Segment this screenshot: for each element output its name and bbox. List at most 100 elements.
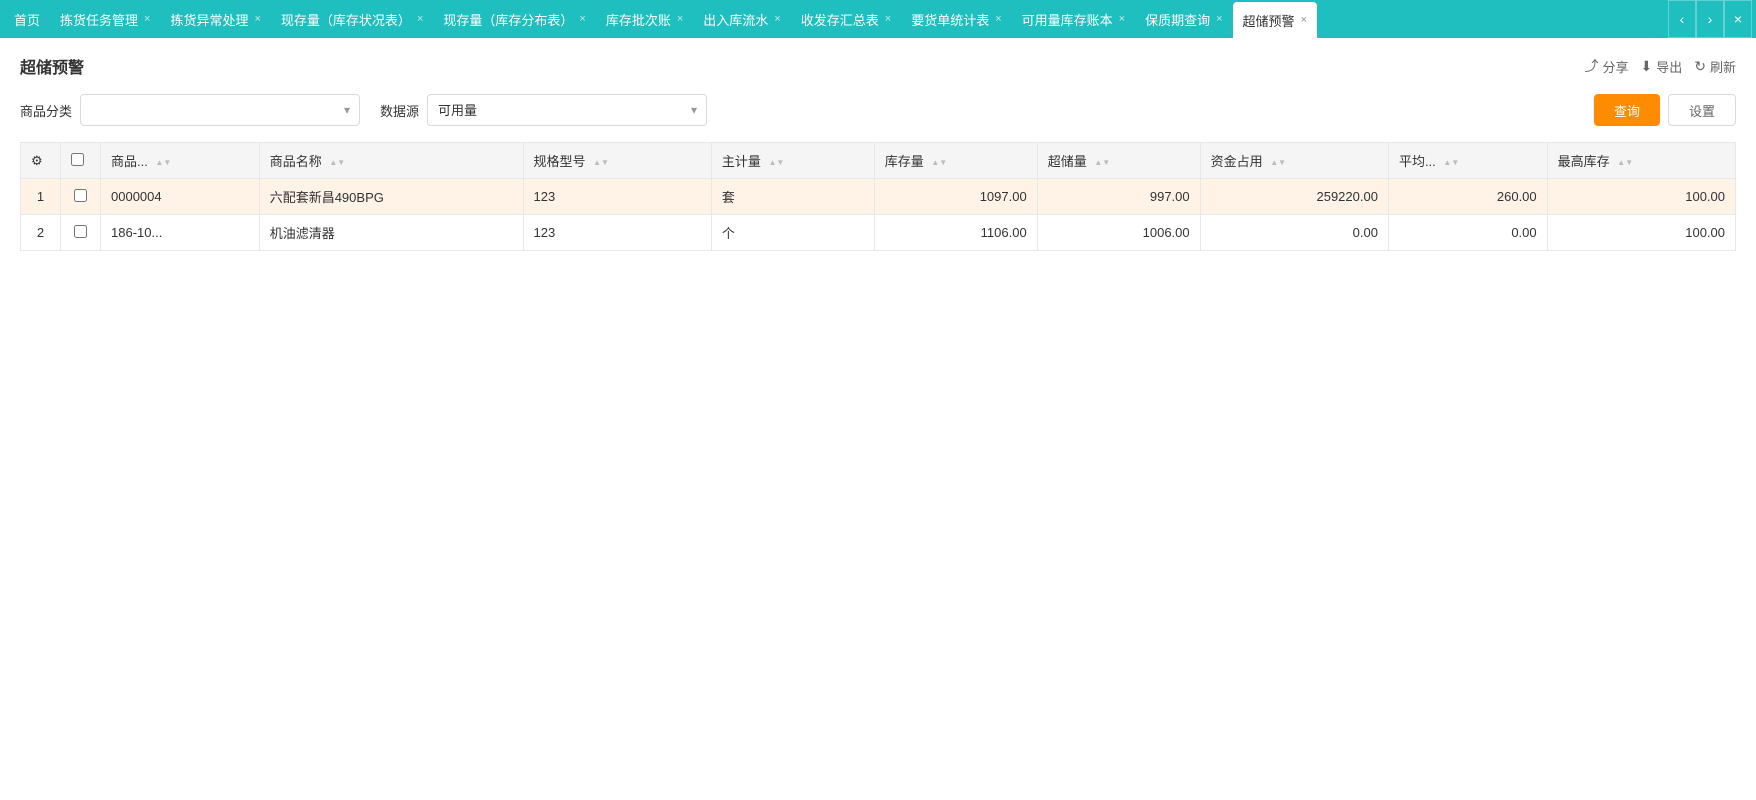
close-icon[interactable]: × [995,13,1001,25]
datasource-select[interactable]: 可用量 库存量 [427,94,707,126]
cell-capital: 259220.00 [1200,179,1388,215]
filter-datasource-group: 数据源 可用量 库存量 [380,94,707,126]
th-spec[interactable]: 规格型号 ▲▼ [523,143,711,179]
cell-avg: 0.00 [1388,215,1547,251]
refresh-icon: ↻ [1694,58,1706,75]
table-row[interactable]: 2 186-10... 机油滤清器 123 个 1106.00 1006.00 … [21,215,1736,251]
cell-unit: 套 [711,179,874,215]
cell-max-stock: 100.00 [1547,215,1735,251]
nav-collect-summary[interactable]: 收发存汇总表 × [791,0,901,38]
close-icon[interactable]: × [417,13,423,25]
nav-available-stock[interactable]: 可用量库存账本 × [1012,0,1135,38]
right-buttons: 查询 设置 [1594,94,1736,126]
cell-unit: 个 [711,215,874,251]
row-checkbox[interactable] [74,189,87,202]
close-icon[interactable]: × [254,13,260,25]
close-icon[interactable]: × [885,13,891,25]
header-actions: ⤴ 分享 ⬇ 导出 ↻ 刷新 [1584,56,1736,76]
share-icon: ⤴ [1584,56,1598,76]
table-row[interactable]: 1 0000004 六配套新昌490BPG 123 套 1097.00 997.… [21,179,1736,215]
table-header-row: ⚙ 商品... ▲▼ 商品名称 ▲▼ 规格型号 ▲▼ 主计 [21,143,1736,179]
sort-icon: ▲▼ [1617,159,1633,167]
top-navigation: 首页 拣货任务管理 × 拣货异常处理 × 现存量（库存状况表） × 现存量（库存… [0,0,1756,38]
th-avg[interactable]: 平均... ▲▼ [1388,143,1547,179]
settings-button[interactable]: 设置 [1668,94,1736,126]
th-max-stock[interactable]: 最高库存 ▲▼ [1547,143,1735,179]
cell-product-code: 186-10... [101,215,260,251]
nav-prev-arrow[interactable]: ‹ [1668,0,1696,38]
nav-demand-stats[interactable]: 要货单统计表 × [901,0,1011,38]
nav-stock-status[interactable]: 现存量（库存状况表） × [271,0,433,38]
sort-icon: ▲▼ [768,159,784,167]
cell-overstock: 1006.00 [1037,215,1200,251]
export-icon: ⬇ [1641,58,1653,75]
page-header: 超储预警 ⤴ 分享 ⬇ 导出 ↻ 刷新 [20,54,1736,78]
cell-spec: 123 [523,215,711,251]
sort-icon: ▲▼ [931,159,947,167]
cell-avg: 260.00 [1388,179,1547,215]
th-checkbox [61,143,101,179]
filter-category-group: 商品分类 [20,94,360,126]
share-button[interactable]: ⤴ 分享 [1584,56,1628,76]
nav-quality-query[interactable]: 保质期查询 × [1135,0,1232,38]
page-content: 超储预警 ⤴ 分享 ⬇ 导出 ↻ 刷新 商品分类 [0,38,1756,800]
nav-arrows: ‹ › × [1668,0,1752,38]
page-title: 超储预警 [20,54,84,78]
close-icon[interactable]: × [579,13,585,25]
close-icon[interactable]: × [1216,13,1222,25]
nav-overstock-warning[interactable]: 超储预警 × [1233,2,1317,38]
cell-product-name: 六配套新昌490BPG [259,179,523,215]
category-select[interactable] [80,94,360,126]
th-overstock[interactable]: 超储量 ▲▼ [1037,143,1200,179]
close-icon[interactable]: × [1301,14,1307,26]
category-label: 商品分类 [20,101,72,120]
settings-icon: ⚙ [31,153,43,168]
export-button[interactable]: ⬇ 导出 [1641,57,1683,76]
sort-icon: ▲▼ [1094,159,1110,167]
cell-stock: 1097.00 [874,179,1037,215]
th-capital[interactable]: 资金占用 ▲▼ [1200,143,1388,179]
sort-icon: ▲▼ [593,159,609,167]
nav-batch[interactable]: 库存批次账 × [596,0,693,38]
datasource-label: 数据源 [380,101,419,120]
cell-overstock: 997.00 [1037,179,1200,215]
category-select-wrapper [80,94,360,126]
nav-stock-dist[interactable]: 现存量（库存分布表） × [433,0,595,38]
row-checkbox-cell [61,179,101,215]
nav-pick-task[interactable]: 拣货任务管理 × [50,0,160,38]
nav-home[interactable]: 首页 [4,0,50,38]
cell-spec: 123 [523,179,711,215]
sort-icon: ▲▼ [329,159,345,167]
cell-product-name: 机油滤清器 [259,215,523,251]
th-unit[interactable]: 主计量 ▲▼ [711,143,874,179]
th-product-name[interactable]: 商品名称 ▲▼ [259,143,523,179]
th-stock[interactable]: 库存量 ▲▼ [874,143,1037,179]
nav-next-arrow[interactable]: › [1696,0,1724,38]
row-checkbox[interactable] [74,225,87,238]
cell-capital: 0.00 [1200,215,1388,251]
nav-pick-exception[interactable]: 拣货异常处理 × [160,0,270,38]
datasource-select-wrapper: 可用量 库存量 [427,94,707,126]
filter-row: 商品分类 数据源 可用量 库存量 查询 设置 [20,94,1736,126]
row-index: 1 [21,179,61,215]
close-icon[interactable]: × [677,13,683,25]
nav-close-arrow[interactable]: × [1724,0,1752,38]
close-icon[interactable]: × [144,13,150,25]
sort-icon: ▲▼ [155,159,171,167]
th-product-code[interactable]: 商品... ▲▼ [101,143,260,179]
data-table: ⚙ 商品... ▲▼ 商品名称 ▲▼ 规格型号 ▲▼ 主计 [20,142,1736,251]
sort-icon: ▲▼ [1443,159,1459,167]
cell-stock: 1106.00 [874,215,1037,251]
cell-product-code: 0000004 [101,179,260,215]
nav-inout-flow[interactable]: 出入库流水 × [693,0,790,38]
close-icon[interactable]: × [774,13,780,25]
row-checkbox-cell [61,215,101,251]
cell-max-stock: 100.00 [1547,179,1735,215]
query-button[interactable]: 查询 [1594,94,1660,126]
refresh-button[interactable]: ↻ 刷新 [1694,57,1736,76]
row-index: 2 [21,215,61,251]
th-settings[interactable]: ⚙ [21,143,61,179]
sort-icon: ▲▼ [1270,159,1286,167]
select-all-checkbox[interactable] [71,153,84,166]
close-icon[interactable]: × [1119,13,1125,25]
